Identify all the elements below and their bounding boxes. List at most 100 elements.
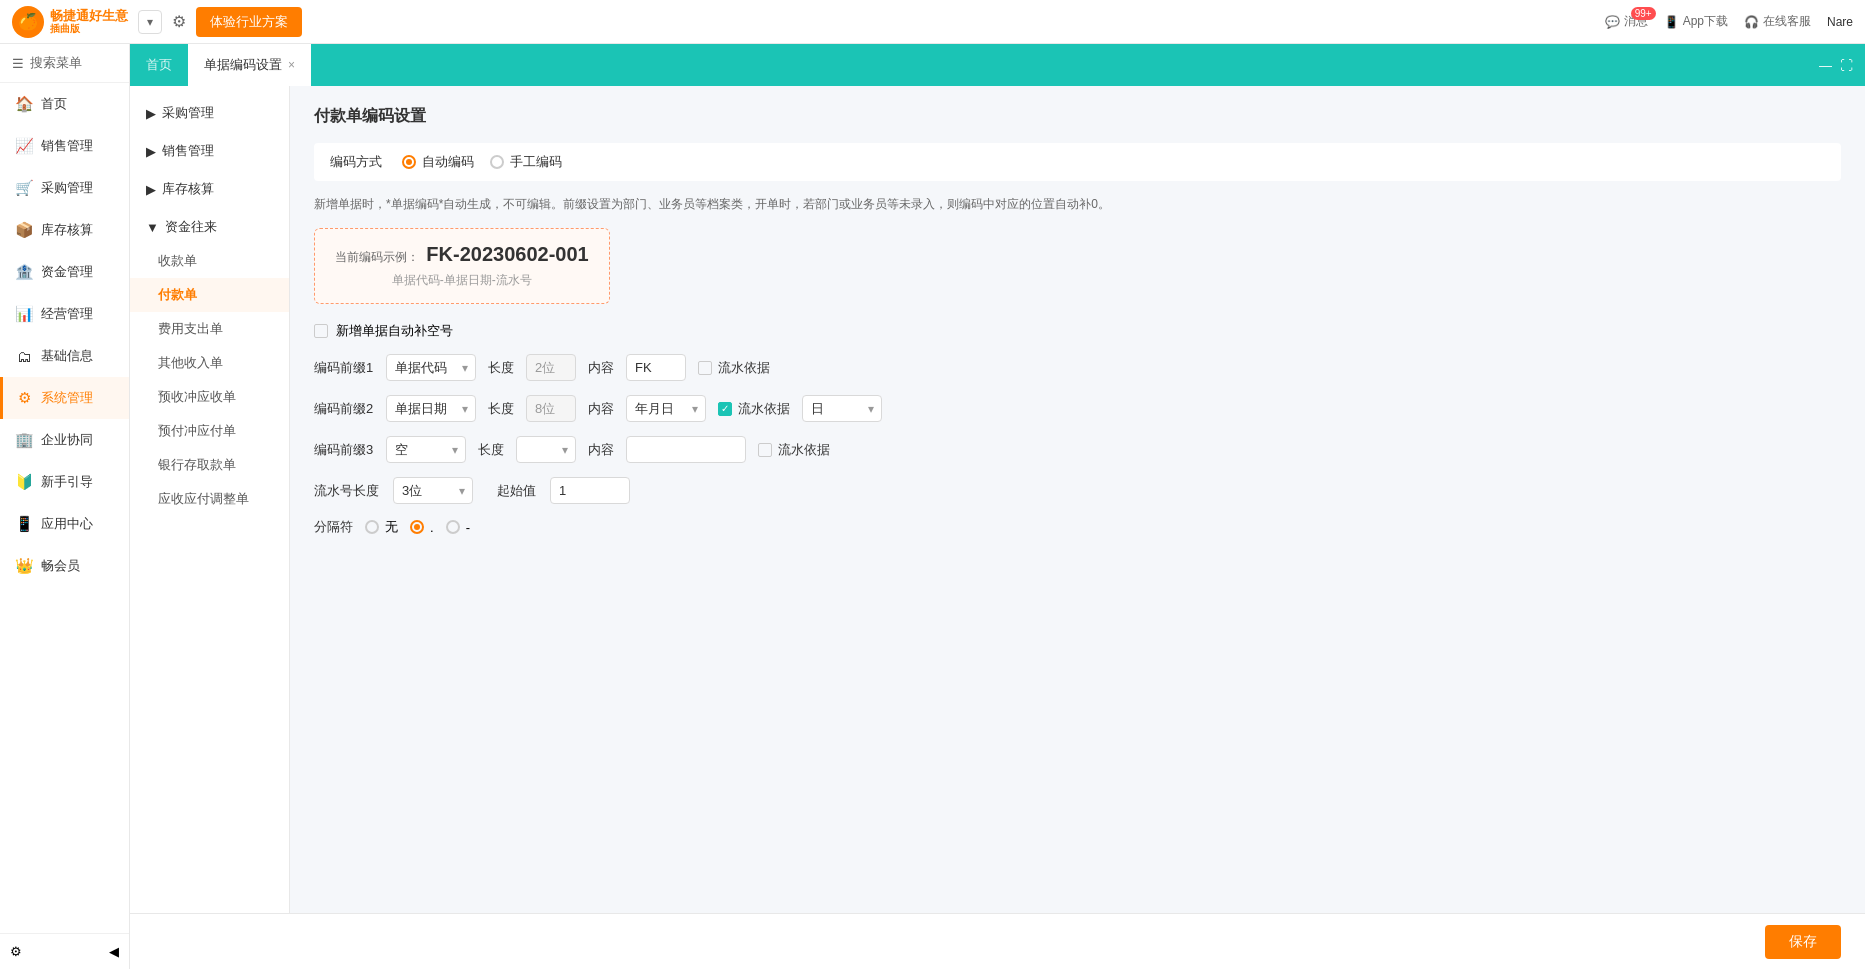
logo: 🍊 畅捷通好生意 插曲版 xyxy=(12,6,128,38)
sidebar-item-sales[interactable]: 📈 销售管理 xyxy=(0,125,129,167)
message-button[interactable]: 💬 消息 99+ xyxy=(1605,13,1648,30)
encoding-radio-group: 自动编码 手工编码 xyxy=(402,153,562,171)
tab-home[interactable]: 首页 xyxy=(130,44,188,86)
sidebar-item-member[interactable]: 👑 畅会员 xyxy=(0,545,129,587)
trial-button[interactable]: 体验行业方案 xyxy=(196,7,302,37)
chevron-down-icon: ▼ xyxy=(146,220,159,235)
tab-close-icon[interactable]: × xyxy=(288,58,295,72)
auto-fill-checkbox[interactable] xyxy=(314,324,328,338)
sidebar-item-purchase[interactable]: 🛒 采购管理 xyxy=(0,167,129,209)
encoding-method-section: 编码方式 自动编码 手工编码 xyxy=(314,143,1841,181)
prefix-2-period-select[interactable]: 日 月 年 xyxy=(802,395,882,422)
sidebar-item-enterprise[interactable]: 🏢 企业协同 xyxy=(0,419,129,461)
prefix-1-label: 编码前缀1 xyxy=(314,359,374,377)
sidebar-item-home[interactable]: 🏠 首页 xyxy=(0,83,129,125)
sidebar-bottom: ⚙ ◀ xyxy=(0,933,129,969)
prefix-1-select[interactable]: 单据代码 xyxy=(386,354,476,381)
enterprise-icon: 🏢 xyxy=(15,431,33,449)
sub-group-sales-title[interactable]: ▶ 销售管理 xyxy=(130,134,289,168)
serial-length-row: 流水号长度 3位 4位 5位 起始值 xyxy=(314,477,1841,504)
prefix-1-content-label: 内容 xyxy=(588,359,614,377)
sep-none-radio[interactable]: 无 xyxy=(365,518,398,536)
sidebar-item-basic[interactable]: 🗂 基础信息 xyxy=(0,335,129,377)
home-icon: 🏠 xyxy=(15,95,33,113)
sub-item-advance-payable[interactable]: 预付冲应付单 xyxy=(130,414,289,448)
prefix-3-content-input[interactable] xyxy=(626,436,746,463)
minimize-icon[interactable]: — xyxy=(1819,58,1832,73)
collapse-icon[interactable]: ◀ xyxy=(109,944,119,959)
sidebar-item-finance[interactable]: 🏦 资金管理 xyxy=(0,251,129,293)
sub-item-other-income[interactable]: 其他收入单 xyxy=(130,346,289,380)
service-button[interactable]: 🎧 在线客服 xyxy=(1744,13,1811,30)
prefix-3-length-select-wrapper xyxy=(516,436,576,463)
prefix-2-content-select[interactable]: 年月日 年月 年 xyxy=(626,395,706,422)
serial-length-select[interactable]: 3位 4位 5位 xyxy=(393,477,473,504)
search-menu-button[interactable]: ☰ 搜索菜单 xyxy=(0,44,129,83)
tab-encoding[interactable]: 单据编码设置 × xyxy=(188,44,311,86)
sub-item-payment[interactable]: 付款单 xyxy=(130,278,289,312)
sidebar-item-operation[interactable]: 📊 经营管理 xyxy=(0,293,129,335)
sub-item-advance-receivable[interactable]: 预收冲应收单 xyxy=(130,380,289,414)
system-icon: ⚙ xyxy=(15,389,33,407)
app-icon: 📱 xyxy=(1664,15,1679,29)
manual-code-radio[interactable]: 手工编码 xyxy=(490,153,562,171)
sep-dash-indicator xyxy=(446,520,460,534)
prefix-1-serial-check[interactable]: 流水依据 xyxy=(698,359,770,377)
sub-group-capital-title[interactable]: ▼ 资金往来 xyxy=(130,210,289,244)
prefix-2-content-label: 内容 xyxy=(588,400,614,418)
prefix-2-period-select-wrapper: 日 月 年 xyxy=(802,395,882,422)
sub-item-bank-deposit[interactable]: 银行存取款单 xyxy=(130,448,289,482)
chevron-right-icon: ▶ xyxy=(146,106,156,121)
sep-dash-radio[interactable]: - xyxy=(446,520,470,535)
chevron-right-icon-3: ▶ xyxy=(146,182,156,197)
sidebar-item-inventory[interactable]: 📦 库存核算 xyxy=(0,209,129,251)
expand-icon[interactable]: ⛶ xyxy=(1840,58,1853,73)
tab-bar-actions: — ⛶ xyxy=(1819,58,1865,73)
sub-group-purchase-title[interactable]: ▶ 采购管理 xyxy=(130,96,289,130)
inventory-icon: 📦 xyxy=(15,221,33,239)
prefix-3-serial-check[interactable]: 流水依据 xyxy=(758,441,830,459)
page-title: 付款单编码设置 xyxy=(314,106,1841,127)
settings-bottom-icon[interactable]: ⚙ xyxy=(10,944,22,959)
sub-item-expense[interactable]: 费用支出单 xyxy=(130,312,289,346)
prefix-3-select[interactable]: 空 xyxy=(386,436,466,463)
prefix-1-length-label: 长度 xyxy=(488,359,514,377)
sub-item-receipt[interactable]: 收款单 xyxy=(130,244,289,278)
sidebar-item-guide[interactable]: 🔰 新手引导 xyxy=(0,461,129,503)
prefix-row-1: 编码前缀1 单据代码 长度 内容 流水依据 xyxy=(314,354,1841,381)
prefix-1-content-input[interactable] xyxy=(626,354,686,381)
message-icon: 💬 xyxy=(1605,15,1620,29)
prefix-row-2: 编码前缀2 单据日期 长度 内容 年月日 年月 年 xyxy=(314,395,1841,422)
prefix-2-content-select-wrapper: 年月日 年月 年 xyxy=(626,395,706,422)
prefix-2-serial-checkbox-indicator: ✓ xyxy=(718,402,732,416)
purchase-icon: 🛒 xyxy=(15,179,33,197)
gear-icon[interactable]: ⚙ xyxy=(172,12,186,31)
form-area: 付款单编码设置 编码方式 自动编码 手工编码 xyxy=(290,86,1865,913)
prefix-1-select-wrapper: 单据代码 xyxy=(386,354,476,381)
sales-icon: 📈 xyxy=(15,137,33,155)
bottom-bar: 保存 xyxy=(130,913,1865,969)
save-button[interactable]: 保存 xyxy=(1765,925,1841,959)
prefix-3-length-select[interactable] xyxy=(516,436,576,463)
tab-bar: 首页 单据编码设置 × — ⛶ xyxy=(130,44,1865,86)
code-preview-box: 当前编码示例： FK-20230602-001 单据代码-单据日期-流水号 xyxy=(314,228,610,304)
app-download-button[interactable]: 📱 App下载 xyxy=(1664,13,1728,30)
dropdown-button[interactable]: ▾ xyxy=(138,10,162,34)
start-value-input[interactable] xyxy=(550,477,630,504)
main-layout: ☰ 搜索菜单 🏠 首页 📈 销售管理 🛒 采购管理 📦 库存核算 🏦 资 xyxy=(0,44,1865,969)
sub-group-inventory-title[interactable]: ▶ 库存核算 xyxy=(130,172,289,206)
logo-icon: 🍊 xyxy=(12,6,44,38)
sub-item-ap-ar-adjust[interactable]: 应收应付调整单 xyxy=(130,482,289,516)
code-preview-desc: 单据代码-单据日期-流水号 xyxy=(335,272,589,289)
sep-dot-radio[interactable]: . xyxy=(410,520,434,535)
prefix-2-select[interactable]: 单据日期 xyxy=(386,395,476,422)
content-area: 首页 单据编码设置 × — ⛶ ▶ 采购管理 xyxy=(130,44,1865,969)
sidebar-item-system[interactable]: ⚙ 系统管理 xyxy=(0,377,129,419)
prefix-2-length-input xyxy=(526,395,576,422)
prefix-2-serial-check[interactable]: ✓ 流水依据 xyxy=(718,400,790,418)
auto-code-radio[interactable]: 自动编码 xyxy=(402,153,474,171)
sidebar-item-apps[interactable]: 📱 应用中心 xyxy=(0,503,129,545)
logo-text: 畅捷通好生意 插曲版 xyxy=(50,8,128,36)
user-name[interactable]: Nare xyxy=(1827,15,1853,29)
separator-row: 分隔符 无 . - xyxy=(314,518,1841,536)
